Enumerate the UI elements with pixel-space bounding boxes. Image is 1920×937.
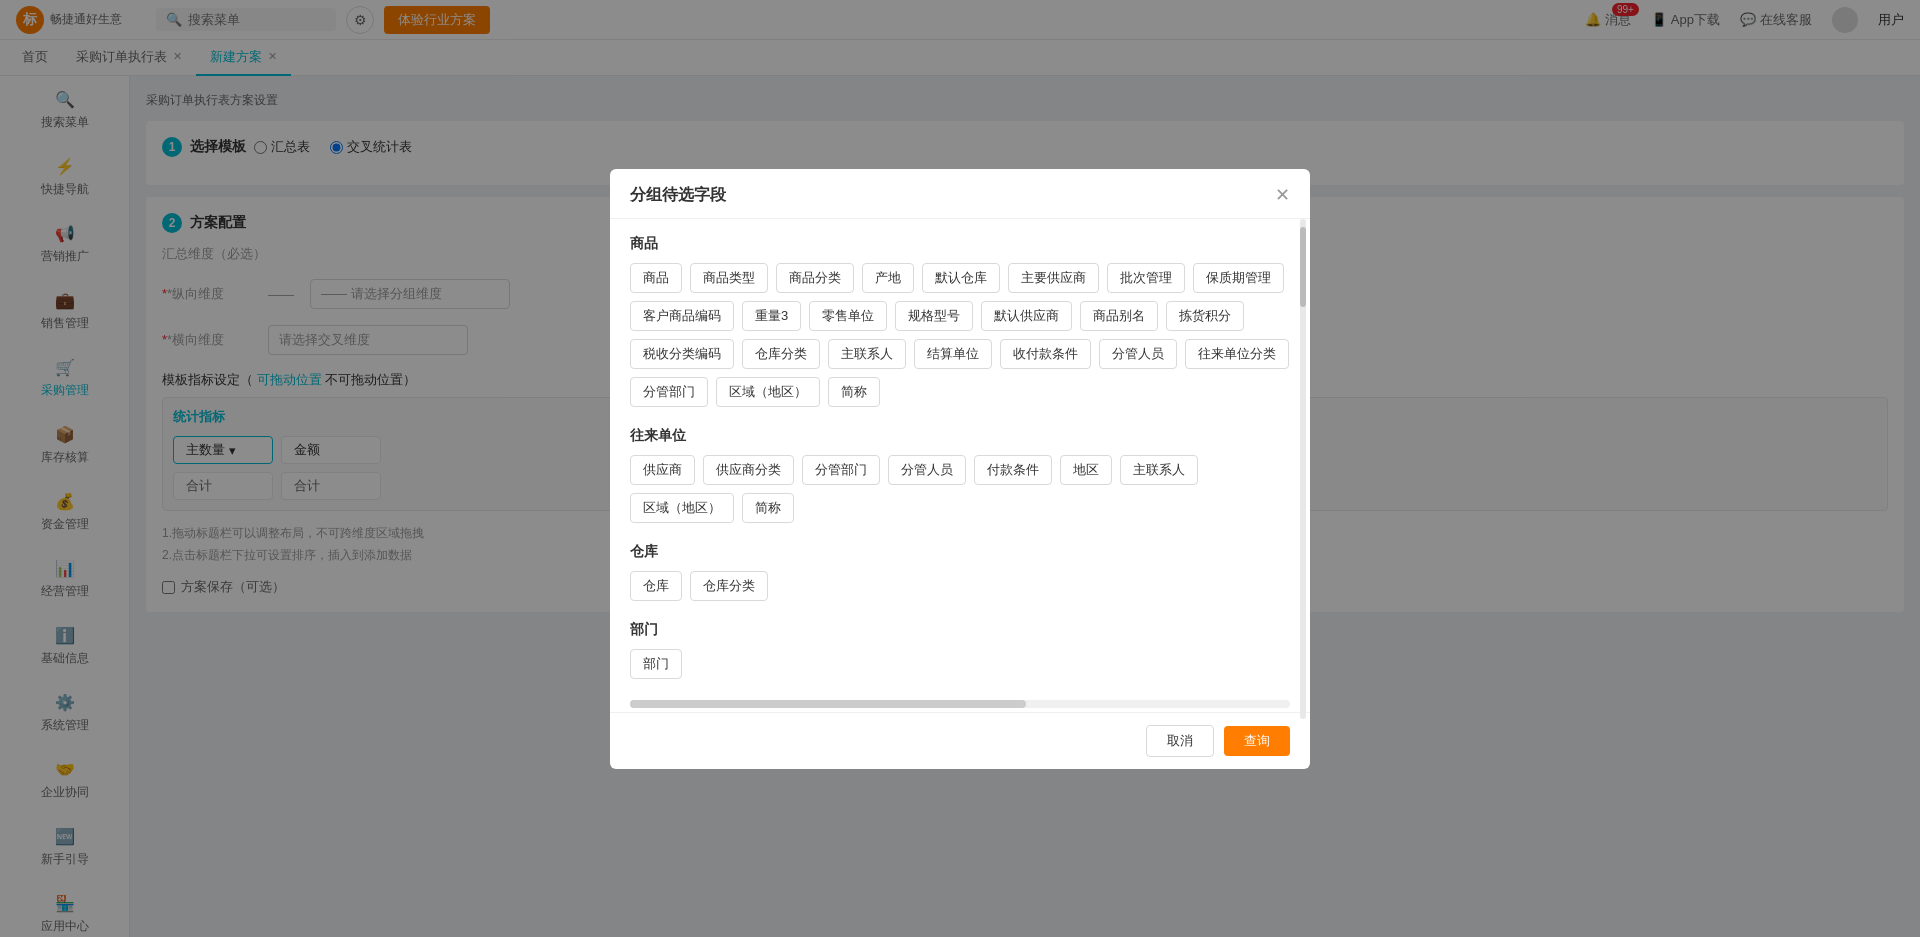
- modal-close-button[interactable]: ✕: [1275, 186, 1290, 204]
- field-tag-partner-2[interactable]: 分管部门: [802, 455, 880, 485]
- field-tag-goods-14[interactable]: 拣货积分: [1166, 301, 1244, 331]
- modal-title: 分组待选字段: [630, 185, 726, 206]
- modal-cancel-button[interactable]: 取消: [1146, 725, 1214, 757]
- field-tag-goods-13[interactable]: 商品别名: [1080, 301, 1158, 331]
- field-tags-department: 部门: [630, 649, 1290, 679]
- field-tag-goods-16[interactable]: 仓库分类: [742, 339, 820, 369]
- field-tag-goods-11[interactable]: 规格型号: [895, 301, 973, 331]
- vertical-scrollbar[interactable]: [1300, 219, 1306, 719]
- field-tag-goods-4[interactable]: 默认仓库: [922, 263, 1000, 293]
- horizontal-scrollbar[interactable]: [630, 700, 1290, 708]
- field-group-department: 部门 部门: [630, 621, 1290, 679]
- modal-overlay: 分组待选字段 ✕ 商品 商品 商品类型 商品分类 产地 默认仓库 主要供应商 批…: [0, 0, 1920, 937]
- vertical-scrollbar-thumb[interactable]: [1300, 227, 1306, 307]
- field-tag-goods-5[interactable]: 主要供应商: [1008, 263, 1099, 293]
- field-tag-goods-15[interactable]: 税收分类编码: [630, 339, 734, 369]
- field-tag-goods-21[interactable]: 往来单位分类: [1185, 339, 1289, 369]
- field-tag-goods-23[interactable]: 区域（地区）: [716, 377, 820, 407]
- modal-confirm-button[interactable]: 查询: [1224, 726, 1290, 756]
- field-tag-goods-9[interactable]: 重量3: [742, 301, 801, 331]
- field-tag-partner-6[interactable]: 主联系人: [1120, 455, 1198, 485]
- modal-footer: 取消 查询: [610, 712, 1310, 769]
- field-tag-partner-3[interactable]: 分管人员: [888, 455, 966, 485]
- field-tag-partner-8[interactable]: 简称: [742, 493, 794, 523]
- field-tag-partner-7[interactable]: 区域（地区）: [630, 493, 734, 523]
- field-group-department-title: 部门: [630, 621, 1290, 639]
- field-tag-goods-8[interactable]: 客户商品编码: [630, 301, 734, 331]
- field-tags-partner: 供应商 供应商分类 分管部门 分管人员 付款条件 地区 主联系人 区域（地区） …: [630, 455, 1290, 523]
- field-tag-partner-5[interactable]: 地区: [1060, 455, 1112, 485]
- field-tag-partner-4[interactable]: 付款条件: [974, 455, 1052, 485]
- field-tag-goods-2[interactable]: 商品分类: [776, 263, 854, 293]
- field-group-goods: 商品 商品 商品类型 商品分类 产地 默认仓库 主要供应商 批次管理 保质期管理…: [630, 235, 1290, 407]
- field-group-warehouse-title: 仓库: [630, 543, 1290, 561]
- modal-header: 分组待选字段 ✕: [610, 169, 1310, 219]
- field-group-partner: 往来单位 供应商 供应商分类 分管部门 分管人员 付款条件 地区 主联系人 区域…: [630, 427, 1290, 523]
- field-group-partner-title: 往来单位: [630, 427, 1290, 445]
- field-tag-goods-17[interactable]: 主联系人: [828, 339, 906, 369]
- field-tag-goods-22[interactable]: 分管部门: [630, 377, 708, 407]
- field-tag-goods-7[interactable]: 保质期管理: [1193, 263, 1284, 293]
- field-tag-goods-1[interactable]: 商品类型: [690, 263, 768, 293]
- field-tags-warehouse: 仓库 仓库分类: [630, 571, 1290, 601]
- field-tag-goods-12[interactable]: 默认供应商: [981, 301, 1072, 331]
- field-tag-department-0[interactable]: 部门: [630, 649, 682, 679]
- field-tag-goods-18[interactable]: 结算单位: [914, 339, 992, 369]
- modal-body: 商品 商品 商品类型 商品分类 产地 默认仓库 主要供应商 批次管理 保质期管理…: [610, 219, 1310, 700]
- field-tag-warehouse-1[interactable]: 仓库分类: [690, 571, 768, 601]
- field-tag-goods-0[interactable]: 商品: [630, 263, 682, 293]
- field-tag-warehouse-0[interactable]: 仓库: [630, 571, 682, 601]
- field-group-goods-title: 商品: [630, 235, 1290, 253]
- field-tag-partner-0[interactable]: 供应商: [630, 455, 695, 485]
- field-tag-goods-3[interactable]: 产地: [862, 263, 914, 293]
- field-tag-partner-1[interactable]: 供应商分类: [703, 455, 794, 485]
- horizontal-scrollbar-thumb[interactable]: [630, 700, 1026, 708]
- field-tag-goods-19[interactable]: 收付款条件: [1000, 339, 1091, 369]
- field-tags-goods: 商品 商品类型 商品分类 产地 默认仓库 主要供应商 批次管理 保质期管理 客户…: [630, 263, 1290, 407]
- modal-hscroll-area: [610, 700, 1310, 712]
- modal: 分组待选字段 ✕ 商品 商品 商品类型 商品分类 产地 默认仓库 主要供应商 批…: [610, 169, 1310, 769]
- field-tag-goods-24[interactable]: 简称: [828, 377, 880, 407]
- field-tag-goods-6[interactable]: 批次管理: [1107, 263, 1185, 293]
- field-tag-goods-10[interactable]: 零售单位: [809, 301, 887, 331]
- field-tag-goods-20[interactable]: 分管人员: [1099, 339, 1177, 369]
- field-group-warehouse: 仓库 仓库 仓库分类: [630, 543, 1290, 601]
